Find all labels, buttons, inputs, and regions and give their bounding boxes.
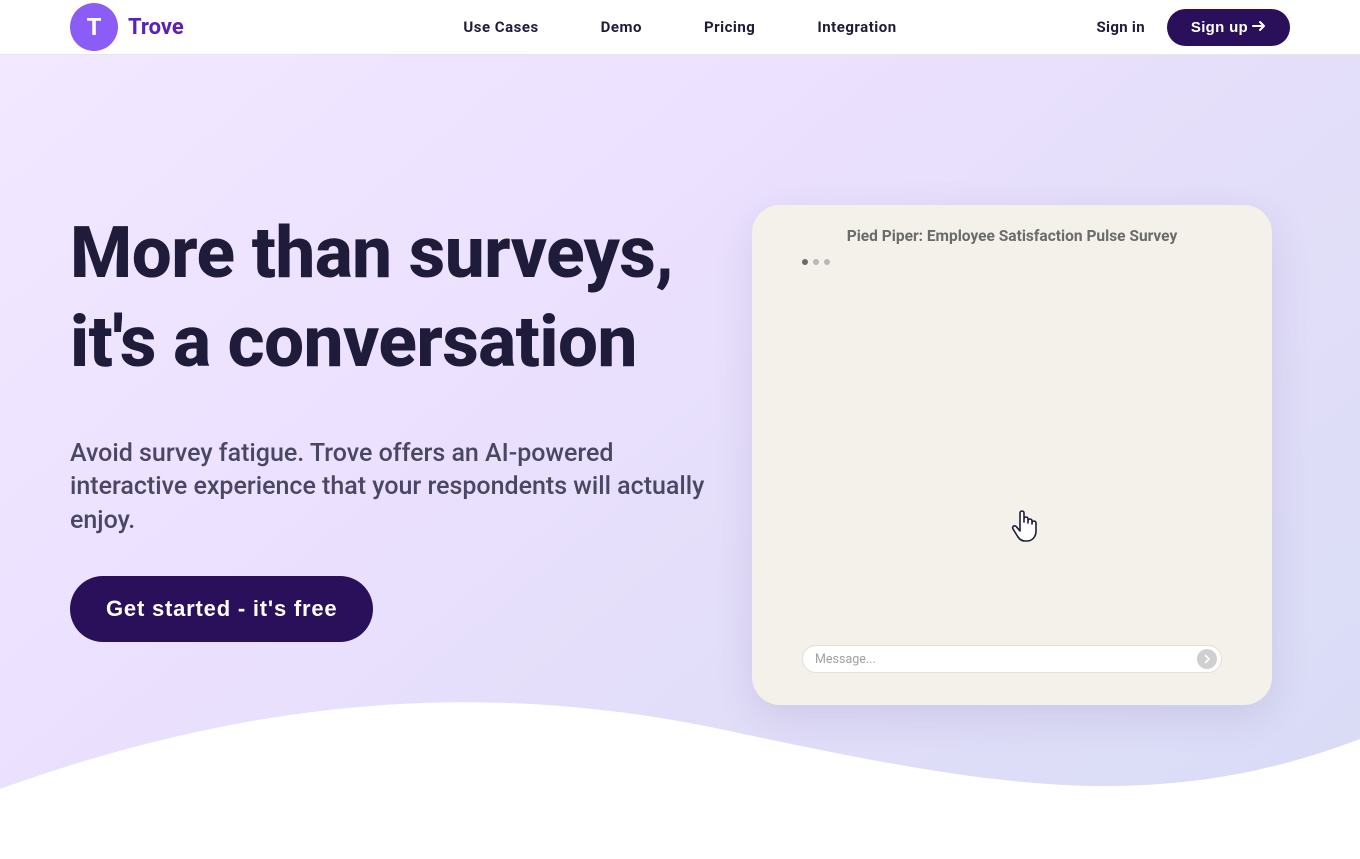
message-placeholder: Message...	[815, 652, 1197, 667]
pointer-icon	[1010, 510, 1040, 548]
hero-copy: More than surveys, it's a conversation A…	[70, 55, 730, 859]
sign-in-link[interactable]: Sign in	[1097, 18, 1145, 36]
hero-subtext: Avoid survey fatigue. Trove offers an AI…	[70, 437, 710, 538]
nav-link-integration[interactable]: Integration	[817, 18, 896, 36]
hero-headline: More than surveys, it's a conversation	[70, 210, 730, 388]
hero-headline-line1: More than surveys,	[70, 212, 673, 295]
send-button[interactable]	[1197, 649, 1217, 669]
top-nav: T Trove Use Cases Demo Pricing Integrati…	[0, 0, 1360, 55]
get-started-button[interactable]: Get started - it's free	[70, 576, 373, 642]
preview-body	[772, 265, 1252, 645]
nav-link-use-cases[interactable]: Use Cases	[463, 18, 538, 36]
preview-title: Pied Piper: Employee Satisfaction Pulse …	[772, 227, 1252, 245]
primary-nav: Use Cases Demo Pricing Integration	[463, 18, 896, 36]
chevron-right-icon	[1202, 654, 1212, 664]
nav-link-demo[interactable]: Demo	[601, 18, 642, 36]
sign-up-button[interactable]: Sign up	[1167, 9, 1290, 46]
hero-headline-line2: it's a conversation	[70, 301, 637, 384]
brand-name: Trove	[128, 15, 184, 40]
hero-section: More than surveys, it's a conversation A…	[0, 55, 1360, 859]
logo-badge: T	[70, 3, 118, 51]
arrow-right-icon	[1252, 19, 1266, 36]
nav-link-pricing[interactable]: Pricing	[704, 18, 755, 36]
message-input-bar[interactable]: Message...	[802, 645, 1222, 673]
survey-preview-card: Pied Piper: Employee Satisfaction Pulse …	[752, 205, 1272, 705]
brand-logo[interactable]: T Trove	[70, 3, 184, 51]
sign-up-label: Sign up	[1191, 19, 1248, 36]
nav-right: Sign in Sign up	[1097, 9, 1290, 46]
